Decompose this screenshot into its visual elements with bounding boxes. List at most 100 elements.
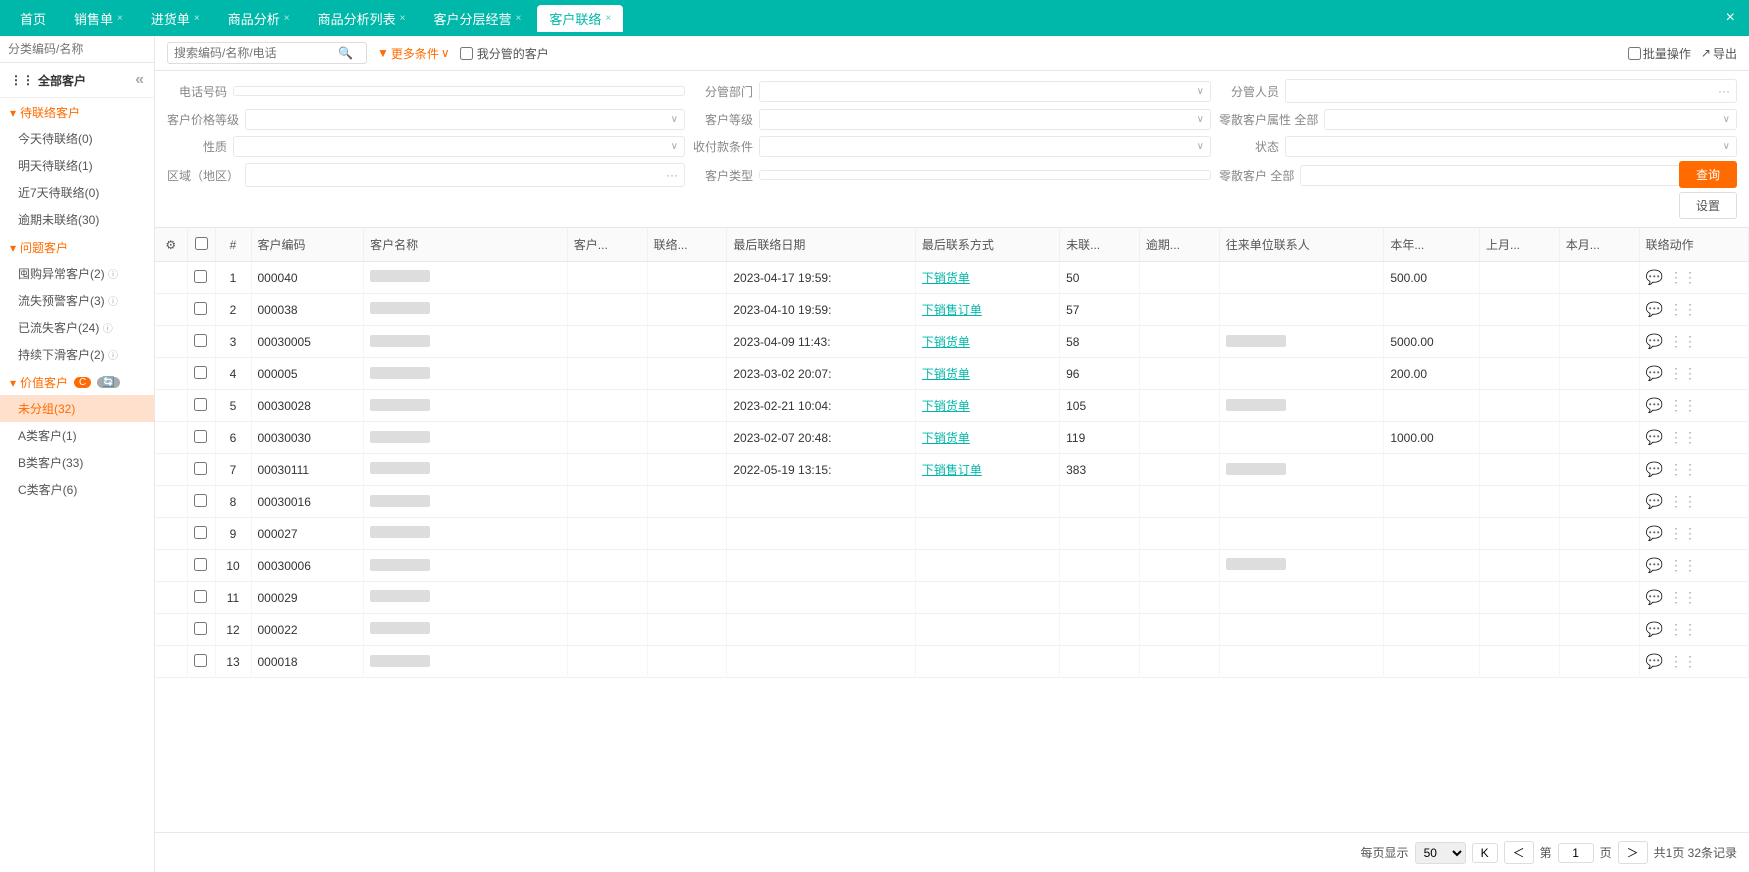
batch-operation-button[interactable]: 批量操作 [1628,45,1691,62]
nav-tab-product-analysis-list[interactable]: 商品分析列表 × [306,5,418,32]
sidebar-item-declining[interactable]: 持续下滑客户(2) ⓘ [0,341,154,368]
more-action-icon[interactable]: ⋮⋮ [1669,525,1697,542]
filter-type-input[interactable] [759,170,1211,180]
sidebar-item-overdue-pending[interactable]: 逾期未联络(30) [0,206,154,233]
contact-icon[interactable]: 💬 [1646,653,1663,670]
query-button[interactable]: 查询 [1679,161,1737,188]
nav-tab-sales[interactable]: 销售单 × [62,5,135,32]
next-page-button[interactable]: ＞ [1618,841,1648,864]
sidebar-item-churn-warning[interactable]: 流失预警客户(3) ⓘ [0,287,154,314]
per-page-select[interactable]: 50 20 100 [1415,842,1466,864]
nav-tab-product-analysis[interactable]: 商品分析 × [216,5,302,32]
nav-tab-home[interactable]: 首页 [8,5,58,32]
row-checkbox[interactable] [194,302,207,315]
batch-check[interactable] [1628,47,1641,60]
sidebar-item-churned[interactable]: 已流失客户(24) ⓘ [0,314,154,341]
my-customers-check[interactable] [460,47,473,60]
sidebar-item-class-c[interactable]: C类客户(6) [0,476,154,503]
row-checkbox[interactable] [194,526,207,539]
filter-retail-dropdown[interactable]: ∨ [1324,109,1737,130]
prev-page-button[interactable]: ＜ [1504,841,1534,864]
contact-type-link[interactable]: 下销货单 [922,367,970,381]
sidebar-section-value[interactable]: ▾ 价值客户 C 🔄 [0,368,154,395]
row-checkbox[interactable] [194,590,207,603]
main-search-icon[interactable]: 🔍 [338,46,353,60]
close-segmentation-tab[interactable]: × [515,13,521,24]
th-settings[interactable]: ⚙ [155,228,187,262]
contact-icon[interactable]: 💬 [1646,333,1663,350]
row-checkbox[interactable] [194,494,207,507]
filter-level-dropdown[interactable]: ∨ [759,109,1211,130]
contact-icon[interactable]: 💬 [1646,397,1663,414]
more-action-icon[interactable]: ⋮⋮ [1669,557,1697,574]
contact-icon[interactable]: 💬 [1646,589,1663,606]
settings-gear-icon[interactable]: ⚙ [165,238,176,252]
more-action-icon[interactable]: ⋮⋮ [1669,493,1697,510]
sidebar-item-abnormal[interactable]: 囤购异常客户(2) ⓘ [0,260,154,287]
contact-type-link[interactable]: 下销货单 [922,335,970,349]
contact-type-link[interactable]: 下销售订单 [922,303,982,317]
sidebar-item-tomorrow-pending[interactable]: 明天待联络(1) [0,152,154,179]
sidebar-section-pending[interactable]: ▾ 待联络客户 [0,98,154,125]
collapse-icon[interactable]: « [135,71,144,89]
nav-tab-customer-contact[interactable]: 客户联络 × [537,5,623,32]
row-checkbox[interactable] [194,366,207,379]
my-customers-checkbox[interactable]: 我分管的客户 [460,45,549,62]
row-checkbox[interactable] [194,398,207,411]
filter-retail2-dropdown[interactable]: ∨ [1300,165,1737,186]
page-number-input[interactable] [1558,843,1594,863]
more-action-icon[interactable]: ⋮⋮ [1669,333,1697,350]
main-search-input[interactable] [174,46,334,60]
row-checkbox[interactable] [194,558,207,571]
row-checkbox[interactable] [194,430,207,443]
row-checkbox[interactable] [194,462,207,475]
filter-nature-dropdown[interactable]: ∨ [233,136,685,157]
row-checkbox[interactable] [194,270,207,283]
contact-icon[interactable]: 💬 [1646,429,1663,446]
sidebar-item-class-a[interactable]: A类客户(1) [0,422,154,449]
sidebar-item-week-pending[interactable]: 近7天待联络(0) [0,179,154,206]
sidebar-item-unclassified[interactable]: 未分组(32) [0,395,154,422]
contact-icon[interactable]: 💬 [1646,365,1663,382]
contact-type-link[interactable]: 下销货单 [922,271,970,285]
close-all-button[interactable]: × [1720,9,1741,27]
sidebar-section-problem[interactable]: ▾ 问题客户 [0,233,154,260]
close-analysis-tab[interactable]: × [284,13,290,24]
more-action-icon[interactable]: ⋮⋮ [1669,429,1697,446]
reset-button[interactable]: 设置 [1679,192,1737,219]
filter-payment-dropdown[interactable]: ∨ [759,136,1211,157]
filter-region-input[interactable]: ··· [245,163,685,187]
row-checkbox[interactable] [194,622,207,635]
row-checkbox[interactable] [194,654,207,667]
contact-icon[interactable]: 💬 [1646,557,1663,574]
select-all-checkbox[interactable] [195,237,208,250]
sidebar-item-today-pending[interactable]: 今天待联络(0) [0,125,154,152]
more-action-icon[interactable]: ⋮⋮ [1669,269,1697,286]
more-filters-button[interactable]: ▼ 更多条件 ∨ [377,45,450,62]
export-button[interactable]: ↗ 导出 [1701,45,1737,62]
close-contact-tab[interactable]: × [605,13,611,24]
close-sales-tab[interactable]: × [117,13,123,24]
contact-icon[interactable]: 💬 [1646,301,1663,318]
sidebar-all-customers[interactable]: ⋮⋮ 全部客户 « [0,63,154,98]
row-checkbox[interactable] [194,334,207,347]
more-action-icon[interactable]: ⋮⋮ [1669,653,1697,670]
nav-tab-purchase[interactable]: 进货单 × [139,5,212,32]
more-action-icon[interactable]: ⋮⋮ [1669,365,1697,382]
more-action-icon[interactable]: ⋮⋮ [1669,589,1697,606]
contact-type-link[interactable]: 下销货单 [922,431,970,445]
filter-status-dropdown[interactable]: ∨ [1285,136,1737,157]
contact-icon[interactable]: 💬 [1646,525,1663,542]
contact-icon[interactable]: 💬 [1646,461,1663,478]
contact-icon[interactable]: 💬 [1646,269,1663,286]
first-page-button[interactable]: K [1472,843,1498,863]
contact-type-link[interactable]: 下销货单 [922,399,970,413]
filter-person-input[interactable]: ··· [1285,79,1737,103]
contact-type-link[interactable]: 下销售订单 [922,463,982,477]
contact-icon[interactable]: 💬 [1646,493,1663,510]
filter-phone-input[interactable] [233,86,685,96]
close-purchase-tab[interactable]: × [194,13,200,24]
sidebar-search-input[interactable] [8,42,155,56]
close-analysis-list-tab[interactable]: × [400,13,406,24]
filter-dept-dropdown[interactable]: ∨ [759,81,1211,102]
